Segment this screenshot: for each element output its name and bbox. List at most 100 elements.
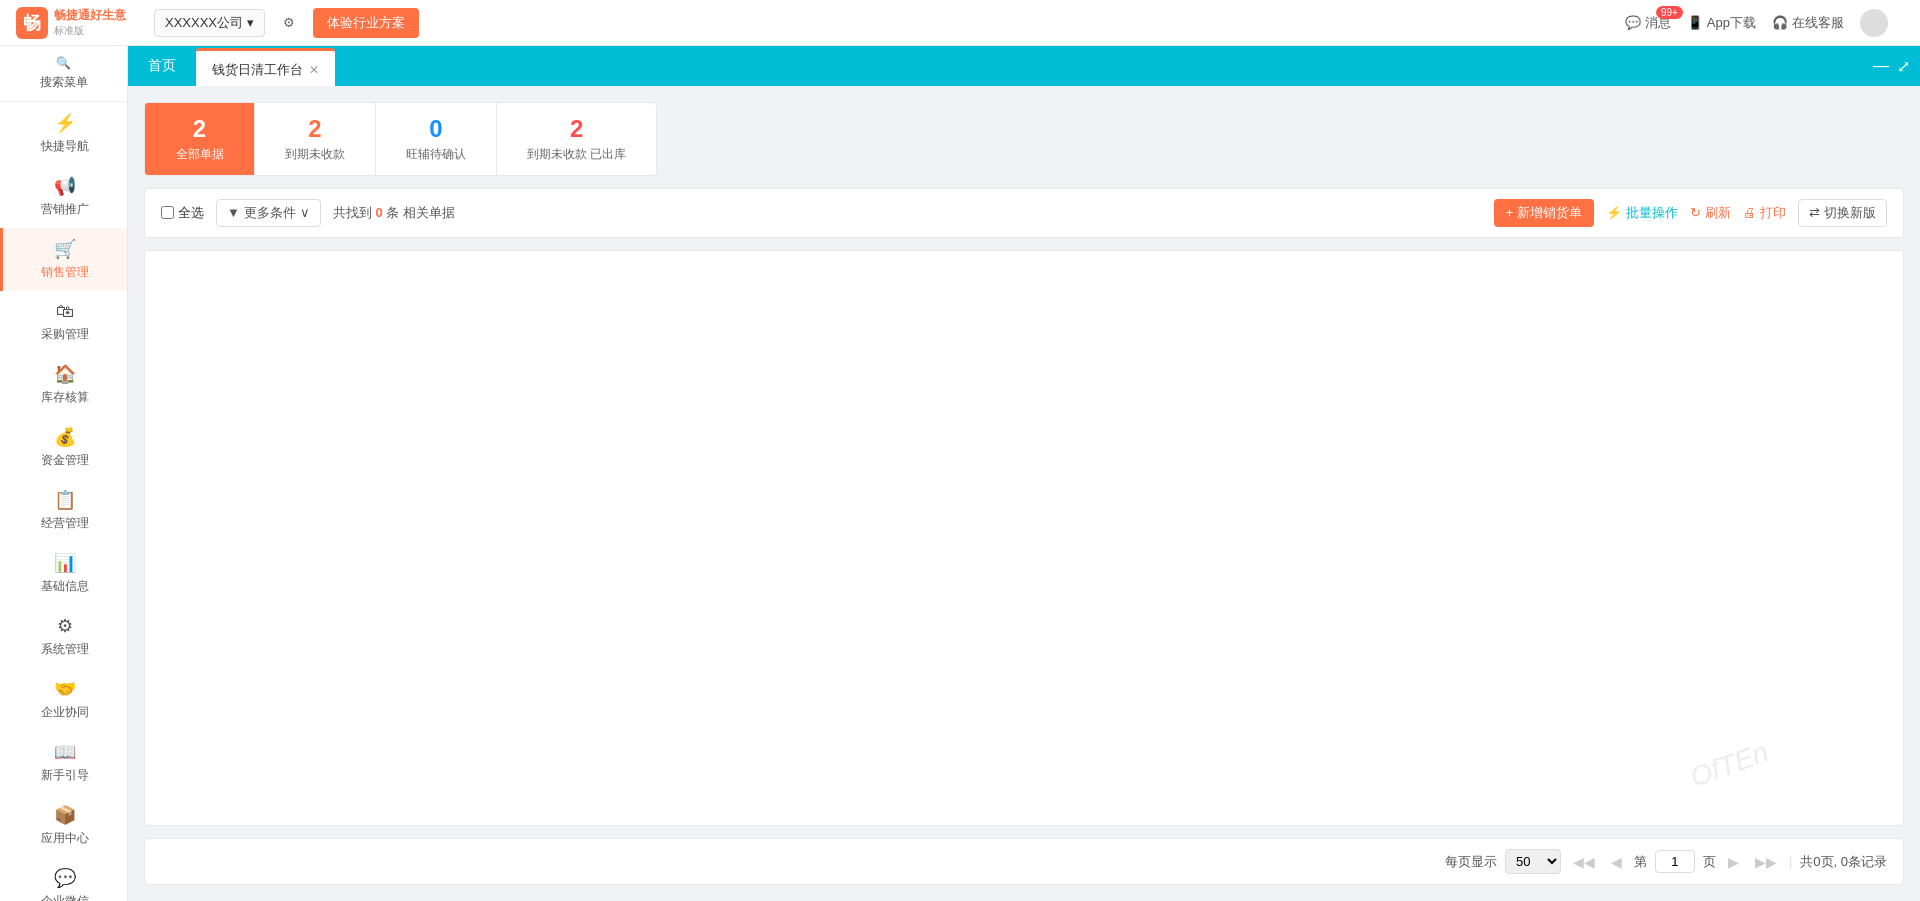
avatar[interactable] <box>1860 9 1888 37</box>
inventory-icon: 🏠 <box>54 363 76 385</box>
base-info-icon: 📊 <box>54 552 76 574</box>
batch-icon: ⚡ <box>1606 205 1622 220</box>
sidebar-item-label: 快捷导航 <box>41 138 89 155</box>
select-all-checkbox[interactable]: 全选 <box>161 204 204 222</box>
tab-close-icon[interactable]: ✕ <box>309 63 319 77</box>
quick-nav-icon: ⚡ <box>54 112 76 134</box>
summary-card-all[interactable]: 2 全部单据 <box>145 103 255 175</box>
switch-icon: ⇄ <box>1809 205 1820 220</box>
page-size-select[interactable]: 50 20 100 <box>1505 849 1561 874</box>
sidebar-item-label: 系统管理 <box>41 641 89 658</box>
refresh-button[interactable]: ↻ 刷新 <box>1690 204 1731 222</box>
prev-page-button[interactable]: ◀ <box>1607 852 1626 872</box>
topbar-right: 💬 消息 99+ 📱 App下载 🎧 在线客服 <box>1625 9 1904 37</box>
topbar-left: 畅 畅捷通好生意 标准版 XXXXXX公司 ▾ ⚙ 体验行业方案 <box>16 7 419 39</box>
purchase-icon: 🛍 <box>56 301 74 322</box>
chevron-down-icon: ▾ <box>247 15 254 30</box>
tab-minimize-button[interactable]: — <box>1873 57 1889 75</box>
search-icon: 🔍 <box>56 56 71 70</box>
sidebar-search[interactable]: 🔍 搜索菜单 <box>0 46 127 102</box>
card-label-all: 全部单据 <box>175 146 224 163</box>
sidebar-item-label: 营销推广 <box>41 201 89 218</box>
sidebar-item-label: 新手引导 <box>41 767 89 784</box>
switch-version-button[interactable]: ⇄ 切换新版 <box>1798 199 1887 227</box>
enterprise-icon: 🤝 <box>54 678 76 700</box>
card-label-overdue-out: 到期未收款 已出库 <box>527 146 626 163</box>
sidebar-item-label: 采购管理 <box>41 326 89 343</box>
print-icon: 🖨 <box>1743 205 1756 220</box>
sidebar-item-label: 基础信息 <box>41 578 89 595</box>
sidebar-item-base-info[interactable]: 📊 基础信息 <box>0 542 127 605</box>
page-label-suffix: 页 <box>1703 853 1716 871</box>
experience-button[interactable]: 体验行业方案 <box>313 8 419 38</box>
sidebar-item-label: 资金管理 <box>41 452 89 469</box>
card-num-pending: 0 <box>406 115 466 144</box>
card-label-overdue: 到期未收款 <box>285 146 345 163</box>
sidebar-item-wechat[interactable]: 💬 企业微信 <box>0 857 127 901</box>
summary-card-overdue[interactable]: 2 到期未收款 <box>255 103 376 175</box>
next-page-button[interactable]: ▶ <box>1724 852 1743 872</box>
tab-maximize-button[interactable]: ⤢ <box>1897 57 1910 76</box>
logo-text: 畅捷通好生意 标准版 <box>54 7 126 38</box>
sidebar-item-guide[interactable]: 📖 新手引导 <box>0 731 127 794</box>
tab-active-label: 钱货日清工作台 <box>212 61 303 79</box>
sidebar-item-operations[interactable]: 📋 经营管理 <box>0 479 127 542</box>
sidebar-item-label: 企业协同 <box>41 704 89 721</box>
select-all-input[interactable] <box>161 206 174 219</box>
toolbar-right: + 新增销货单 ⚡ 批量操作 ↻ 刷新 🖨 打印 ⇄ <box>1494 199 1887 227</box>
card-num-overdue: 2 <box>285 115 345 144</box>
summary-card-overdue-out[interactable]: 2 到期未收款 已出库 <box>497 103 656 175</box>
logo-icon: 畅 <box>16 7 48 39</box>
summary-card-pending[interactable]: 0 旺辅待确认 <box>376 103 497 175</box>
sidebar-item-marketing[interactable]: 📢 营销推广 <box>0 165 127 228</box>
logo-area: 畅 畅捷通好生意 标准版 <box>16 7 144 39</box>
messages-badge: 99+ <box>1656 6 1683 19</box>
total-label: 共0页, 0条记录 <box>1800 853 1887 871</box>
headset-icon: 🎧 <box>1772 15 1788 30</box>
first-page-button[interactable]: ◀◀ <box>1569 852 1599 872</box>
online-service-button[interactable]: 🎧 在线客服 <box>1772 14 1844 32</box>
guide-icon: 📖 <box>54 741 76 763</box>
company-name: XXXXXX公司 <box>165 14 243 32</box>
add-sales-button[interactable]: + 新增销货单 <box>1494 199 1594 227</box>
sidebar: 🔍 搜索菜单 ⚡ 快捷导航 📢 营销推广 🛒 销售管理 🛍 采购管理 🏠 库存核… <box>0 46 128 901</box>
batch-button[interactable]: ⚡ 批量操作 <box>1606 204 1678 222</box>
sidebar-item-label: 企业微信 <box>41 893 89 901</box>
company-selector[interactable]: XXXXXX公司 ▾ <box>154 9 265 37</box>
last-page-button[interactable]: ▶▶ <box>1751 852 1781 872</box>
operations-icon: 📋 <box>54 489 76 511</box>
sidebar-item-finance[interactable]: 💰 资金管理 <box>0 416 127 479</box>
sidebar-item-quick-nav[interactable]: ⚡ 快捷导航 <box>0 102 127 165</box>
marketing-icon: 📢 <box>54 175 76 197</box>
tab-home[interactable]: 首页 <box>128 46 196 86</box>
filter-button[interactable]: ▼ 更多条件 ∨ <box>216 199 321 227</box>
filter-icon: ▼ <box>227 205 240 220</box>
print-button[interactable]: 🖨 打印 <box>1743 204 1786 222</box>
sidebar-item-app-center[interactable]: 📦 应用中心 <box>0 794 127 857</box>
summary-cards: 2 全部单据 2 到期未收款 0 旺辅待确认 2 到期未收款 已出库 <box>144 102 657 176</box>
sidebar-item-system[interactable]: ⚙ 系统管理 <box>0 605 127 668</box>
wechat-icon: 💬 <box>54 867 76 889</box>
card-num-all: 2 <box>175 115 224 144</box>
main-content: 首页 钱货日清工作台 ✕ — ⤢ 2 全部单据 2 到期未收款 <box>128 46 1920 901</box>
current-page-input[interactable] <box>1655 850 1695 873</box>
sidebar-item-inventory[interactable]: 🏠 库存核算 <box>0 353 127 416</box>
layout: 🔍 搜索菜单 ⚡ 快捷导航 📢 营销推广 🛒 销售管理 🛍 采购管理 🏠 库存核… <box>0 0 1920 901</box>
pagination-bar: 每页显示 50 20 100 ◀◀ ◀ 第 页 ▶ ▶▶ | 共0页, 0条记录 <box>144 838 1904 885</box>
sidebar-item-purchase[interactable]: 🛍 采购管理 <box>0 291 127 353</box>
found-text: 共找到 0 条 相关单据 <box>333 204 455 222</box>
card-label-pending: 旺辅待确认 <box>406 146 466 163</box>
app-center-icon: 📦 <box>54 804 76 826</box>
sales-icon: 🛒 <box>54 238 76 260</box>
chevron-down-icon: ∨ <box>300 205 310 220</box>
messages-button[interactable]: 💬 消息 99+ <box>1625 14 1671 32</box>
download-icon: 📱 <box>1687 15 1703 30</box>
sidebar-item-sales[interactable]: 🛒 销售管理 <box>0 228 127 291</box>
sidebar-item-enterprise[interactable]: 🤝 企业协同 <box>0 668 127 731</box>
app-download-button[interactable]: 📱 App下载 <box>1687 14 1756 32</box>
message-icon: 💬 <box>1625 15 1641 30</box>
tab-active[interactable]: 钱货日清工作台 ✕ <box>196 48 335 88</box>
settings-button[interactable]: ⚙ <box>275 9 303 37</box>
tabs-bar: 首页 钱货日清工作台 ✕ — ⤢ <box>128 46 1920 86</box>
content-area: 2 全部单据 2 到期未收款 0 旺辅待确认 2 到期未收款 已出库 <box>128 86 1920 901</box>
